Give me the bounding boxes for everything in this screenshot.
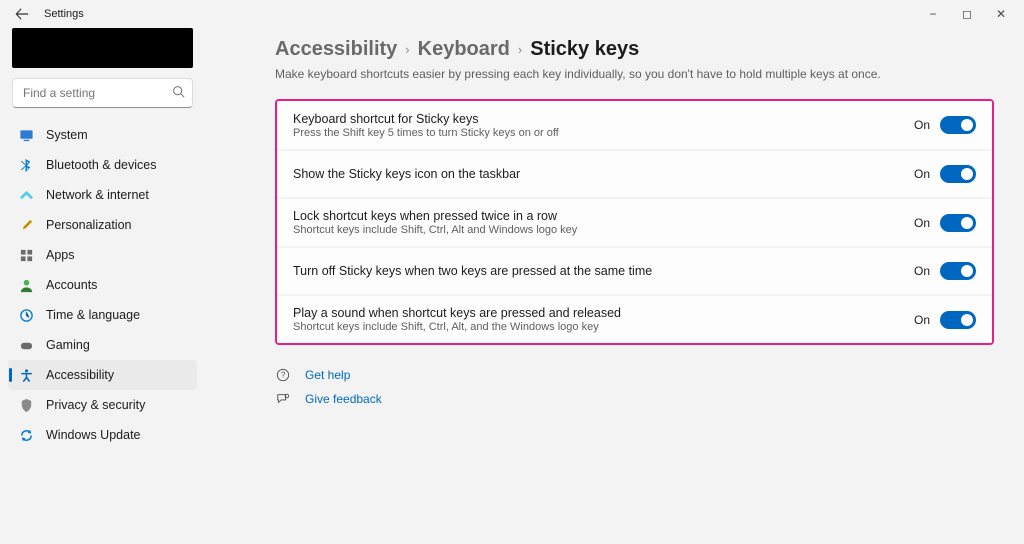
sidebar: System Bluetooth & devices Network & inter… — [0, 28, 205, 544]
clock-icon — [18, 308, 34, 323]
window-title: Settings — [44, 8, 84, 20]
sidebar-item-label: Gaming — [46, 338, 90, 352]
toggle-state-label: On — [914, 167, 930, 181]
gaming-icon — [18, 338, 34, 353]
window-controls: − ◻ ✕ — [916, 2, 1018, 26]
user-block[interactable] — [12, 28, 193, 68]
sidebar-item-accessibility[interactable]: Accessibility — [8, 360, 197, 390]
help-icon: ? — [275, 368, 291, 382]
person-icon — [18, 278, 34, 293]
update-icon — [18, 428, 34, 443]
wifi-icon — [18, 188, 34, 203]
setting-subtitle: Press the Shift key 5 times to turn Stic… — [293, 127, 914, 139]
toggle-switch[interactable] — [940, 311, 976, 329]
toggle-state-label: On — [914, 118, 930, 132]
setting-title: Show the Sticky keys icon on the taskbar — [293, 167, 914, 181]
setting-subtitle: Shortcut keys include Shift, Ctrl, Alt, … — [293, 321, 914, 333]
setting-title: Lock shortcut keys when pressed twice in… — [293, 209, 914, 223]
breadcrumb-keyboard[interactable]: Keyboard — [418, 38, 510, 61]
sidebar-item-personalization[interactable]: Personalization — [8, 210, 197, 240]
sidebar-item-label: Accessibility — [46, 368, 114, 382]
toggle-switch[interactable] — [940, 116, 976, 134]
shield-icon — [18, 398, 34, 413]
setting-subtitle: Shortcut keys include Shift, Ctrl, Alt a… — [293, 224, 914, 236]
chevron-right-icon: › — [518, 42, 522, 57]
search-icon — [172, 85, 185, 101]
toggle-state-label: On — [914, 216, 930, 230]
apps-icon — [18, 248, 34, 263]
sidebar-item-accounts[interactable]: Accounts — [8, 270, 197, 300]
feedback-icon — [275, 392, 291, 406]
give-feedback-label: Give feedback — [305, 392, 382, 406]
setting-row: Play a sound when shortcut keys are pres… — [277, 294, 992, 343]
page-description: Make keyboard shortcuts easier by pressi… — [275, 67, 994, 81]
sidebar-item-network-internet[interactable]: Network & internet — [8, 180, 197, 210]
get-help-link[interactable]: ? Get help — [275, 363, 994, 387]
title-bar: Settings − ◻ ✕ — [0, 0, 1024, 28]
settings-card: Keyboard shortcut for Sticky keysPress t… — [275, 99, 994, 345]
sidebar-item-label: Personalization — [46, 218, 131, 232]
brush-icon — [18, 218, 34, 233]
accessibility-icon — [18, 368, 34, 383]
setting-row: Show the Sticky keys icon on the taskbar… — [277, 149, 992, 197]
sidebar-item-label: System — [46, 128, 88, 142]
chevron-right-icon: › — [405, 42, 409, 57]
search-wrap — [12, 78, 193, 108]
sidebar-item-label: Time & language — [46, 308, 140, 322]
svg-text:?: ? — [281, 371, 286, 380]
setting-row: Turn off Sticky keys when two keys are p… — [277, 246, 992, 294]
close-button[interactable]: ✕ — [984, 2, 1018, 26]
sidebar-item-label: Bluetooth & devices — [46, 158, 157, 172]
setting-row: Keyboard shortcut for Sticky keysPress t… — [277, 101, 992, 149]
breadcrumb: Accessibility › Keyboard › Sticky keys — [275, 38, 994, 61]
sidebar-item-label: Accounts — [46, 278, 97, 292]
sidebar-item-bluetooth-devices[interactable]: Bluetooth & devices — [8, 150, 197, 180]
sidebar-item-privacy-security[interactable]: Privacy & security — [8, 390, 197, 420]
sidebar-item-label: Apps — [46, 248, 75, 262]
setting-title: Keyboard shortcut for Sticky keys — [293, 112, 914, 126]
display-icon — [18, 128, 34, 143]
setting-title: Turn off Sticky keys when two keys are p… — [293, 264, 914, 278]
maximize-button[interactable]: ◻ — [950, 2, 984, 26]
toggle-state-label: On — [914, 313, 930, 327]
give-feedback-link[interactable]: Give feedback — [275, 387, 994, 411]
back-button[interactable] — [10, 2, 34, 26]
page-title: Sticky keys — [530, 38, 639, 61]
sidebar-item-time-language[interactable]: Time & language — [8, 300, 197, 330]
sidebar-item-system[interactable]: System — [8, 120, 197, 150]
sidebar-item-label: Privacy & security — [46, 398, 145, 412]
breadcrumb-accessibility[interactable]: Accessibility — [275, 38, 397, 61]
help-links: ? Get help Give feedback — [275, 363, 994, 411]
arrow-left-icon — [15, 7, 29, 21]
toggle-switch[interactable] — [940, 165, 976, 183]
main-content: Accessibility › Keyboard › Sticky keys M… — [205, 28, 1024, 544]
toggle-switch[interactable] — [940, 262, 976, 280]
setting-row: Lock shortcut keys when pressed twice in… — [277, 197, 992, 246]
sidebar-item-apps[interactable]: Apps — [8, 240, 197, 270]
sidebar-item-windows-update[interactable]: Windows Update — [8, 420, 197, 450]
sidebar-item-gaming[interactable]: Gaming — [8, 330, 197, 360]
bluetooth-icon — [18, 158, 34, 173]
sidebar-item-label: Network & internet — [46, 188, 149, 202]
setting-title: Play a sound when shortcut keys are pres… — [293, 306, 914, 320]
toggle-switch[interactable] — [940, 214, 976, 232]
get-help-label: Get help — [305, 368, 350, 382]
toggle-state-label: On — [914, 264, 930, 278]
minimize-button[interactable]: − — [916, 2, 950, 26]
sidebar-nav: System Bluetooth & devices Network & inter… — [8, 120, 197, 450]
sidebar-item-label: Windows Update — [46, 428, 141, 442]
search-input[interactable] — [12, 78, 193, 108]
